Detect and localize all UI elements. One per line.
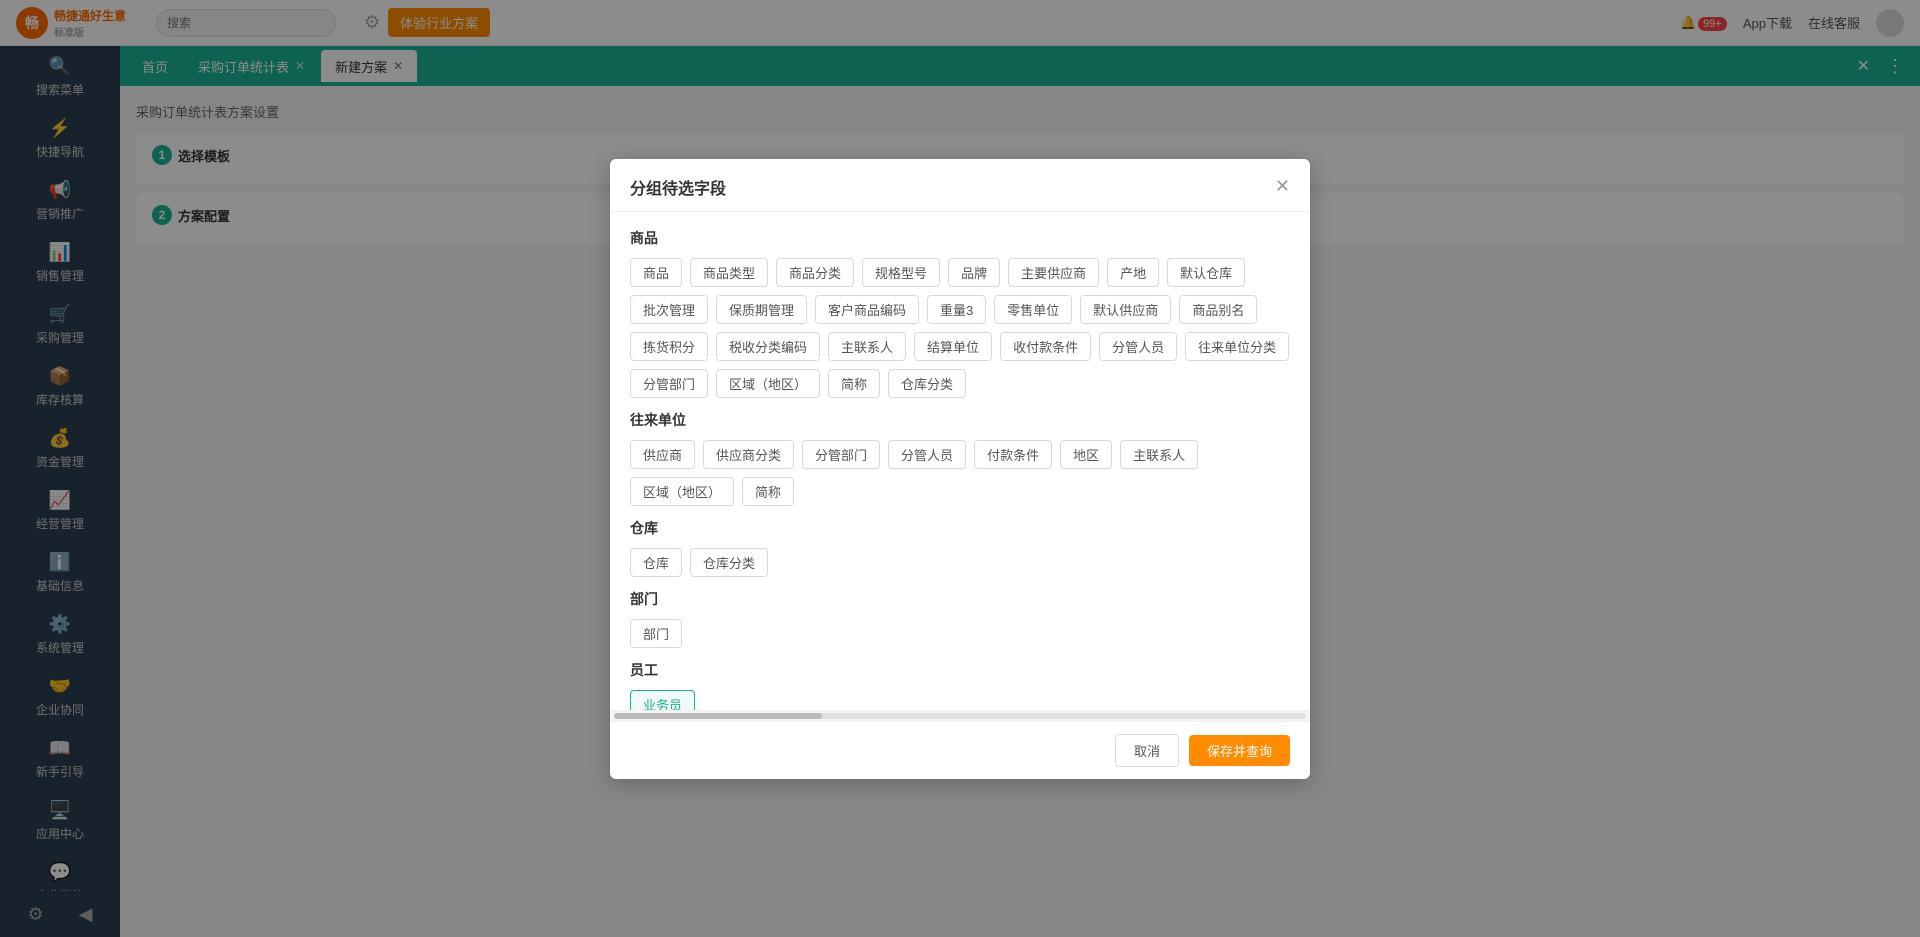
section-title-1: 往来单位	[630, 410, 1290, 430]
field-tag-1-1[interactable]: 供应商分类	[703, 440, 794, 469]
field-tag-0-15[interactable]: 拣货积分	[630, 332, 708, 361]
confirm-button[interactable]: 保存并查询	[1189, 735, 1290, 766]
field-grid-4: 业务员	[630, 690, 1290, 711]
field-tag-0-5[interactable]: 主要供应商	[1008, 258, 1099, 287]
field-tag-0-1[interactable]: 商品类型	[690, 258, 768, 287]
field-tag-0-24[interactable]: 简称	[828, 369, 880, 398]
section-title-3: 部门	[630, 589, 1290, 609]
field-tag-0-10[interactable]: 客户商品编码	[815, 295, 919, 324]
field-tag-0-0[interactable]: 商品	[630, 258, 682, 287]
field-tag-0-8[interactable]: 批次管理	[630, 295, 708, 324]
section-title-2: 仓库	[630, 518, 1290, 538]
field-grid-0: 商品商品类型商品分类规格型号品牌主要供应商产地默认仓库批次管理保质期管理客户商品…	[630, 258, 1290, 398]
field-tag-0-16[interactable]: 税收分类编码	[716, 332, 820, 361]
horizontal-scrollbar[interactable]	[610, 710, 1310, 720]
field-tag-2-0[interactable]: 仓库	[630, 548, 682, 577]
field-tag-0-9[interactable]: 保质期管理	[716, 295, 807, 324]
field-tag-1-7[interactable]: 区域（地区）	[630, 477, 734, 506]
field-tag-0-13[interactable]: 默认供应商	[1080, 295, 1171, 324]
dialog-body[interactable]: 商品商品商品类型商品分类规格型号品牌主要供应商产地默认仓库批次管理保质期管理客户…	[610, 212, 1310, 711]
field-tag-2-1[interactable]: 仓库分类	[690, 548, 768, 577]
field-tag-0-12[interactable]: 零售单位	[994, 295, 1072, 324]
field-grid-2: 仓库仓库分类	[630, 548, 1290, 577]
field-tag-1-4[interactable]: 付款条件	[974, 440, 1052, 469]
section-title-0: 商品	[630, 228, 1290, 248]
dialog-title: 分组待选字段	[630, 175, 726, 199]
field-tag-0-19[interactable]: 收付款条件	[1000, 332, 1091, 361]
dialog-overlay: 分组待选字段 ✕ 商品商品商品类型商品分类规格型号品牌主要供应商产地默认仓库批次…	[0, 0, 1920, 937]
field-tag-0-22[interactable]: 分管部门	[630, 369, 708, 398]
field-grid-1: 供应商供应商分类分管部门分管人员付款条件地区主联系人区域（地区） 简称	[630, 440, 1290, 506]
field-tag-0-4[interactable]: 品牌	[948, 258, 1000, 287]
field-tag-0-21[interactable]: 往来单位分类	[1185, 332, 1289, 361]
field-tag-0-18[interactable]: 结算单位	[914, 332, 992, 361]
field-grid-3: 部门	[630, 619, 1290, 648]
section-title-4: 员工	[630, 660, 1290, 680]
field-tag-1-3[interactable]: 分管人员	[888, 440, 966, 469]
field-tag-0-23[interactable]: 区域（地区）	[716, 369, 820, 398]
field-tag-0-11[interactable]: 重量3	[927, 295, 986, 324]
field-tag-0-14[interactable]: 商品别名	[1179, 295, 1257, 324]
cancel-button[interactable]: 取消	[1115, 734, 1179, 767]
field-tag-1-6[interactable]: 主联系人	[1120, 440, 1198, 469]
field-tag-1-2[interactable]: 分管部门	[802, 440, 880, 469]
dialog-header: 分组待选字段 ✕	[610, 159, 1310, 212]
field-tag-1-5[interactable]: 地区	[1060, 440, 1112, 469]
field-tag-1-0[interactable]: 供应商	[630, 440, 695, 469]
dialog-footer: 取消 保存并查询	[610, 721, 1310, 779]
field-tag-0-20[interactable]: 分管人员	[1099, 332, 1177, 361]
field-tag-0-6[interactable]: 产地	[1107, 258, 1159, 287]
field-tag-1-8[interactable]: 简称	[742, 477, 794, 506]
dialog: 分组待选字段 ✕ 商品商品商品类型商品分类规格型号品牌主要供应商产地默认仓库批次…	[610, 159, 1310, 779]
field-tag-0-2[interactable]: 商品分类	[776, 258, 854, 287]
field-tag-0-17[interactable]: 主联系人	[828, 332, 906, 361]
field-tag-0-3[interactable]: 规格型号	[862, 258, 940, 287]
field-tag-0-7[interactable]: 默认仓库	[1167, 258, 1245, 287]
field-tag-4-0[interactable]: 业务员	[630, 690, 695, 711]
field-tag-3-0[interactable]: 部门	[630, 619, 682, 648]
field-tag-0-25[interactable]: 仓库分类	[888, 369, 966, 398]
dialog-close-btn[interactable]: ✕	[1275, 176, 1290, 197]
